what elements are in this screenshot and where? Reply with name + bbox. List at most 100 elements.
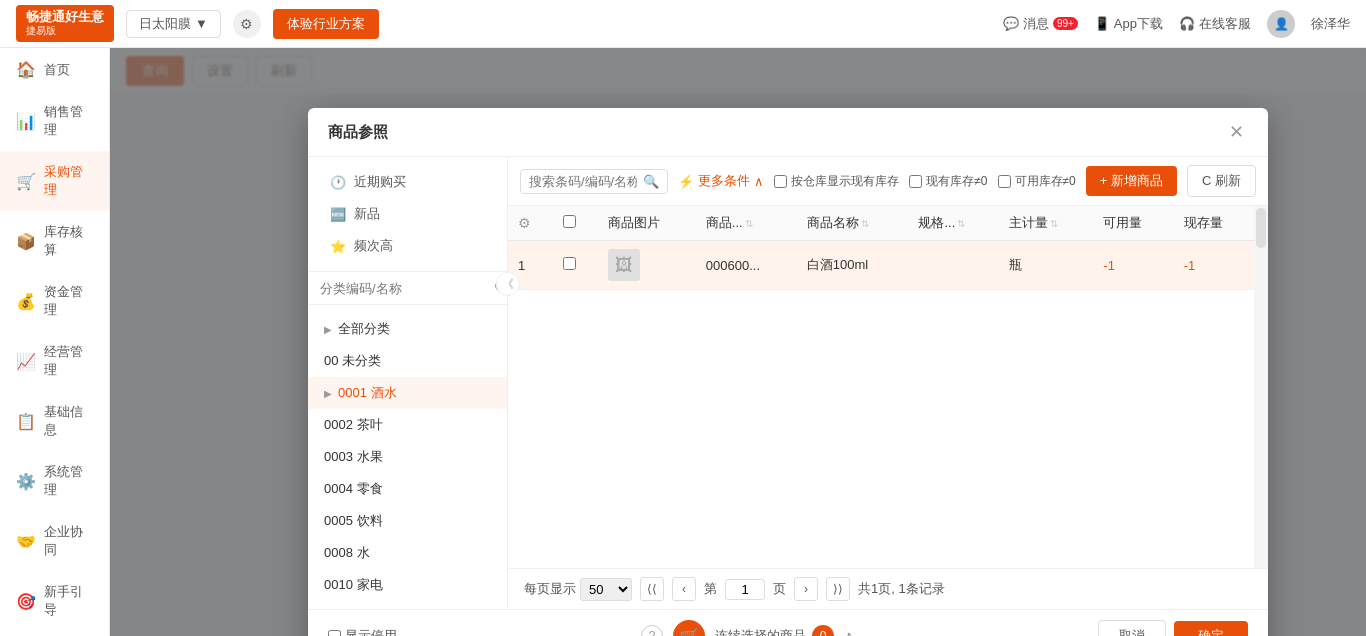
sidebar-item-purchase[interactable]: 🛒 采购管理: [0, 151, 109, 211]
arrow-right-icon-liquor: ▶: [324, 388, 332, 399]
per-page-text: 每页显示: [524, 580, 576, 598]
product-image: 🖼: [608, 249, 640, 281]
tree-item-snack[interactable]: 0004 零食: [308, 473, 507, 505]
tree-all-categories[interactable]: ▶ 全部分类: [308, 313, 507, 345]
logo-sub: 捷易版: [26, 24, 104, 38]
more-filters-button[interactable]: ⚡ 更多条件 ∧: [678, 172, 764, 190]
nav-right: 💬 消息 99+ 📱 App下载 🎧 在线客服 👤 徐泽华: [1003, 10, 1350, 38]
purchase-icon: 🛒: [16, 172, 36, 191]
headset-icon: 🎧: [1179, 16, 1195, 31]
non-zero-stock-label[interactable]: 现有库存≠0: [909, 173, 987, 190]
prev-page-button[interactable]: ‹: [672, 577, 696, 601]
next-page-button[interactable]: ›: [794, 577, 818, 601]
tree-item-snack-label: 0004 零食: [324, 480, 383, 498]
app-download-button[interactable]: 📱 App下载: [1094, 15, 1163, 33]
recent-purchase-icon: 🕐: [330, 175, 346, 190]
collapse-button[interactable]: 《: [496, 272, 520, 296]
non-zero-stock-text: 现有库存≠0: [926, 173, 987, 190]
arrow-right-icon: ▶: [324, 324, 332, 335]
modal-box: 商品参照 ✕ 🕐 近期购买 🆕 新品: [308, 108, 1268, 636]
sidebar-item-enterprise[interactable]: 🤝 企业协同: [0, 511, 109, 571]
product-search-input[interactable]: [529, 174, 637, 189]
cancel-button[interactable]: 取消: [1098, 620, 1166, 636]
help-button[interactable]: ?: [641, 625, 663, 636]
non-zero-available-text: 可用库存≠0: [1015, 173, 1076, 190]
sidebar-item-enterprise-label: 企业协同: [44, 523, 93, 559]
confirm-button[interactable]: 确定: [1174, 621, 1248, 636]
sidebar-item-home-label: 首页: [44, 61, 70, 79]
sidebar-item-basic-info[interactable]: 📋 基础信息: [0, 391, 109, 451]
modal-body: 🕐 近期购买 🆕 新品 ⭐ 频次高: [308, 157, 1268, 609]
sales-icon: 📊: [16, 112, 36, 131]
category-tree: ▶ 全部分类 00 未分类 ▶ 0001 酒水 0002 茶叶: [308, 305, 507, 609]
tree-item-appliance-label: 0010 家电: [324, 576, 383, 594]
tab-new-product[interactable]: 🆕 新品: [320, 199, 495, 229]
sidebar-item-guide[interactable]: 🎯 新手引导: [0, 571, 109, 631]
modal-close-button[interactable]: ✕: [1224, 120, 1248, 144]
sidebar-item-inventory[interactable]: 📦 库存核算: [0, 211, 109, 271]
tree-item-beverage[interactable]: 0005 饮料: [308, 505, 507, 537]
row-checkbox[interactable]: [553, 241, 598, 290]
table-scrollbar[interactable]: [1254, 206, 1268, 568]
per-page-select[interactable]: 50 100: [580, 578, 632, 601]
sidebar-item-business[interactable]: 📈 经营管理: [0, 331, 109, 391]
sidebar-item-finance[interactable]: 💰 资金管理: [0, 271, 109, 331]
non-zero-stock-checkbox[interactable]: [909, 175, 922, 188]
refresh-button[interactable]: C 刷新: [1187, 165, 1256, 197]
category-search-input[interactable]: [320, 281, 488, 296]
sidebar-item-apps[interactable]: 📱 应用中心: [0, 631, 109, 636]
show-warehouse-stock-label[interactable]: 按仓库显示现有库存: [774, 173, 899, 190]
settings-button[interactable]: ⚙: [233, 10, 261, 38]
modal-header: 商品参照 ✕: [308, 108, 1268, 157]
nav-dropdown[interactable]: 日太阳膜 ▼: [126, 10, 221, 38]
col-spec: 规格...⇅: [908, 206, 999, 241]
home-icon: 🏠: [16, 60, 36, 79]
show-disabled-checkbox[interactable]: [328, 630, 341, 637]
phone-icon: 📱: [1094, 16, 1110, 31]
scrollbar-thumb[interactable]: [1256, 208, 1266, 248]
tree-item-water-label: 0008 水: [324, 544, 370, 562]
show-warehouse-stock-checkbox[interactable]: [774, 175, 787, 188]
page-info: 共1页, 1条记录: [858, 580, 945, 598]
non-zero-available-checkbox[interactable]: [998, 175, 1011, 188]
first-page-button[interactable]: ⟨⟨: [640, 577, 664, 601]
avatar[interactable]: 👤: [1267, 10, 1295, 38]
tree-item-liquor[interactable]: ▶ 0001 酒水: [308, 377, 507, 409]
product-search-box[interactable]: 🔍: [520, 169, 668, 194]
logo-text: 畅捷通好生意: [26, 9, 104, 25]
table-row[interactable]: 1 🖼 000600... 白酒100ml: [508, 241, 1254, 290]
modal-footer: 显示停用 ? 🛒 连续选择的商品 0 ∧ 取消 确定: [308, 609, 1268, 636]
tree-item-fruit[interactable]: 0003 水果: [308, 441, 507, 473]
right-panel: 🔍 ⚡ 更多条件 ∧ 按仓库显示现有库存: [508, 157, 1268, 609]
search-icon[interactable]: 🔍: [643, 174, 659, 189]
tree-item-water[interactable]: 0008 水: [308, 537, 507, 569]
sidebar-item-finance-label: 资金管理: [44, 283, 93, 319]
chevron-up-button[interactable]: ∧: [844, 628, 854, 636]
row-name: 白酒100ml: [797, 241, 909, 290]
add-product-button[interactable]: + 新增商品: [1086, 166, 1177, 196]
tab-recent-purchase[interactable]: 🕐 近期购买: [320, 167, 495, 197]
recent-purchase-label: 近期购买: [354, 173, 406, 191]
select-all-checkbox[interactable]: [563, 215, 576, 228]
table-settings-icon[interactable]: ⚙: [518, 215, 531, 231]
nav-dropdown-label: 日太阳膜: [139, 15, 191, 33]
page-number-input[interactable]: [725, 579, 765, 600]
last-page-button[interactable]: ⟩⟩: [826, 577, 850, 601]
tree-item-tea[interactable]: 0002 茶叶: [308, 409, 507, 441]
experience-button[interactable]: 体验行业方案: [273, 9, 379, 39]
sidebar-item-sales[interactable]: 📊 销售管理: [0, 91, 109, 151]
non-zero-available-label[interactable]: 可用库存≠0: [998, 173, 1076, 190]
messages-button[interactable]: 💬 消息 99+: [1003, 15, 1078, 33]
tree-item-uncategorized[interactable]: 00 未分类: [308, 345, 507, 377]
show-disabled-label[interactable]: 显示停用: [328, 627, 397, 636]
tab-high-frequency[interactable]: ⭐ 频次高: [320, 231, 495, 261]
new-product-label: 新品: [354, 205, 380, 223]
support-button[interactable]: 🎧 在线客服: [1179, 15, 1251, 33]
sidebar-item-sales-label: 销售管理: [44, 103, 93, 139]
messages-label: 消息: [1023, 15, 1049, 33]
all-categories-label: 全部分类: [338, 320, 390, 338]
tree-item-appliance[interactable]: 0010 家电: [308, 569, 507, 601]
sidebar-item-system[interactable]: ⚙️ 系统管理: [0, 451, 109, 511]
sidebar-item-home[interactable]: 🏠 首页: [0, 48, 109, 91]
cart-button[interactable]: 🛒: [673, 620, 705, 636]
